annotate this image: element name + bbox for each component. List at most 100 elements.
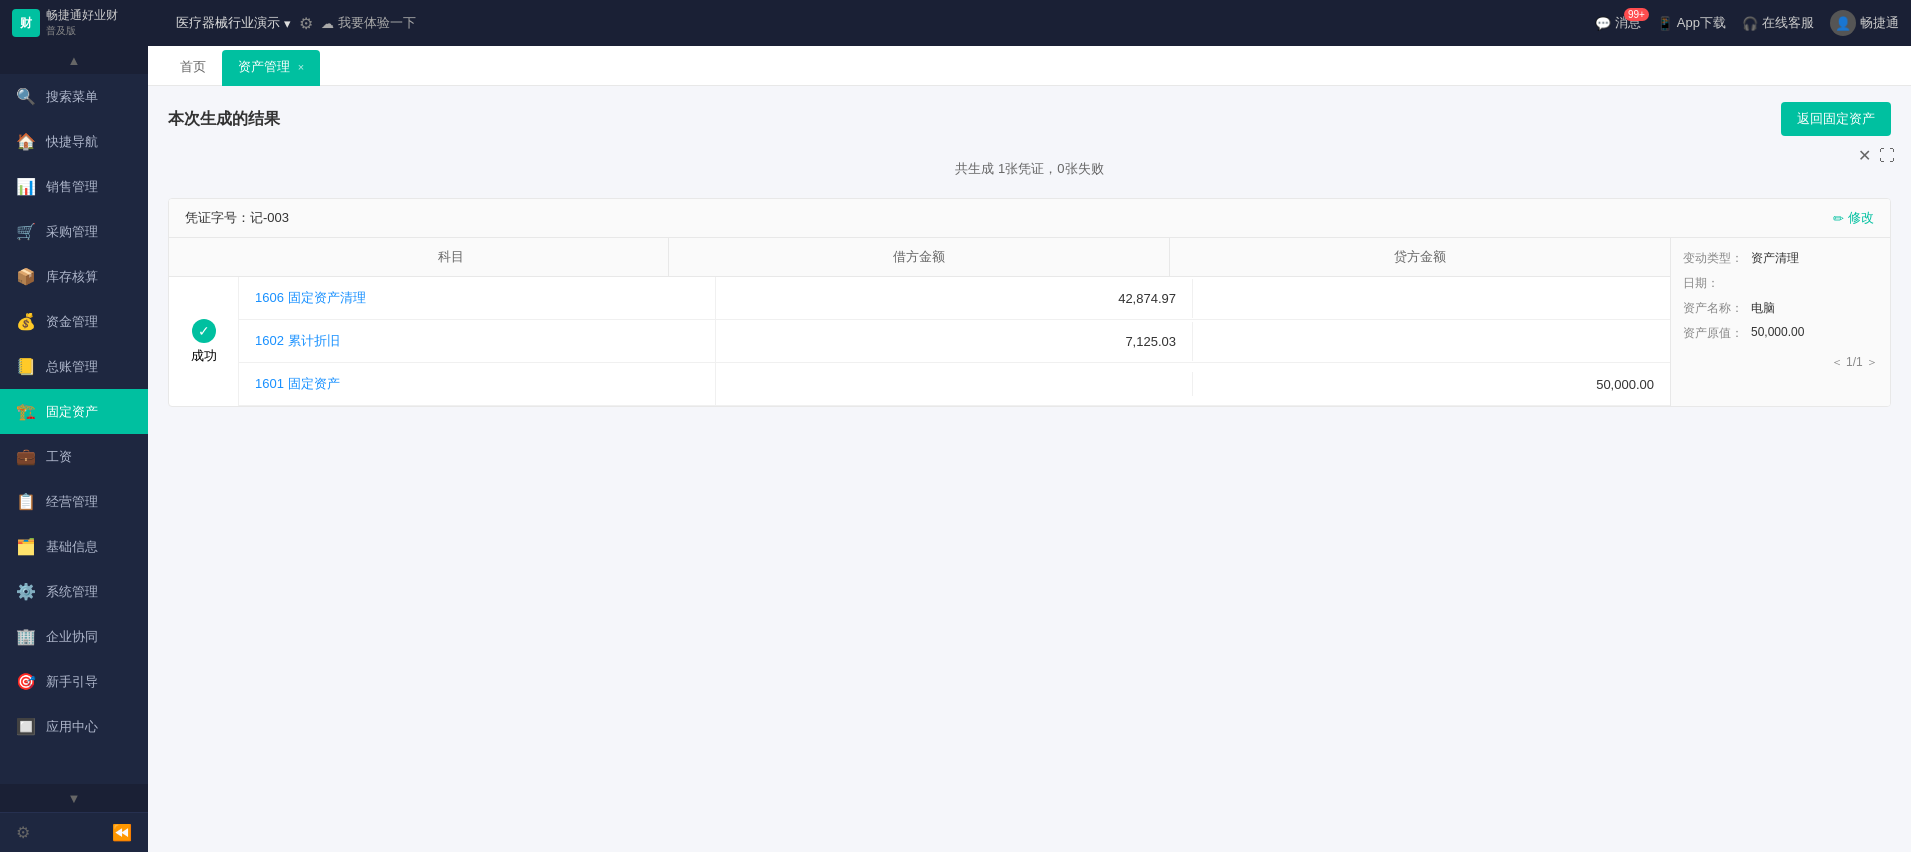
back-to-fixed-assets-button[interactable]: 返回固定资产	[1781, 102, 1891, 136]
table-header: 科目 借方金额 贷方金额	[169, 238, 1670, 277]
logo-text: 畅捷通好业财	[46, 8, 118, 24]
voucher-table: 科目 借方金额 贷方金额 ✓ 成功 16	[169, 238, 1890, 406]
debit-cell: 7,125.03	[716, 322, 1193, 361]
expand-panel-button[interactable]: ⛶	[1879, 147, 1895, 165]
user-menu[interactable]: 👤 畅捷通	[1830, 10, 1899, 36]
home-icon: 🏠	[16, 132, 36, 151]
funds-icon: 💰	[16, 312, 36, 331]
messages-button[interactable]: 💬 消息 99+	[1595, 14, 1641, 32]
sidebar-item-enterprise[interactable]: 🏢 企业协同	[0, 614, 148, 659]
mobile-icon: 📱	[1657, 16, 1673, 31]
messages-badge: 99+	[1624, 8, 1649, 21]
salary-icon: 💼	[16, 447, 36, 466]
change-type-value: 资产清理	[1751, 250, 1799, 267]
edit-icon: ✏	[1833, 211, 1844, 226]
subject-cell[interactable]: 1606 固定资产清理	[239, 277, 716, 319]
sidebar-item-apps[interactable]: 🔲 应用中心	[0, 704, 148, 749]
sidebar-item-system[interactable]: ⚙️ 系统管理	[0, 569, 148, 614]
collapse-icon[interactable]: ⏪	[112, 823, 132, 842]
subject-cell[interactable]: 1601 固定资产	[239, 363, 716, 405]
asset-name-label: 资产名称：	[1683, 300, 1743, 317]
voucher-header: 凭证字号：记-003 ✏ 修改	[169, 199, 1890, 238]
online-service-button[interactable]: 🎧 在线客服	[1742, 14, 1814, 32]
prev-page-icon[interactable]: ＜	[1831, 355, 1843, 369]
date-label: 日期：	[1683, 275, 1719, 292]
sidebar-scroll-down[interactable]: ▼	[0, 784, 148, 812]
sales-icon: 📊	[16, 177, 36, 196]
fixed-assets-icon: 🏗️	[16, 402, 36, 421]
headset-icon: 🎧	[1742, 16, 1758, 31]
page-info: 1/1	[1846, 355, 1866, 369]
gear-icon[interactable]: ⚙	[16, 823, 30, 842]
sidebar-scroll-up[interactable]: ▲	[0, 46, 148, 74]
sidebar-item-label: 总账管理	[46, 358, 98, 376]
sidebar-item-funds[interactable]: 💰 资金管理	[0, 299, 148, 344]
original-value-label: 资产原值：	[1683, 325, 1743, 342]
page-title: 本次生成的结果	[168, 109, 280, 130]
logo-sub: 普及版	[46, 24, 118, 38]
sidebar-item-ledger[interactable]: 📒 总账管理	[0, 344, 148, 389]
th-subject: 科目	[169, 238, 669, 276]
panel-controls: ✕ ⛶	[1858, 146, 1895, 165]
check-icon: ✓	[192, 319, 216, 343]
topbar-center: 医疗器械行业演示 ▾ ⚙ ☁ 我要体验一下	[160, 14, 1595, 33]
sidebar-item-label: 新手引导	[46, 673, 98, 691]
sidebar-item-label: 采购管理	[46, 223, 98, 241]
page-header: 本次生成的结果 返回固定资产	[168, 102, 1891, 136]
tab-close-icon[interactable]: ×	[298, 61, 304, 73]
sidebar-item-salary[interactable]: 💼 工资	[0, 434, 148, 479]
logo-icon: 财	[12, 9, 40, 37]
basic-icon: 🗂️	[16, 537, 36, 556]
voucher-row-3: 1601 固定资产 50,000.00	[239, 363, 1670, 406]
user-name: 畅捷通	[1860, 14, 1899, 32]
sidebar-item-operations[interactable]: 📋 经营管理	[0, 479, 148, 524]
sidebar: ▲ 🔍 搜索菜单 🏠 快捷导航 📊 销售管理 🛒 采购管理 📦 库存核算	[0, 46, 148, 852]
trial-label: 我要体验一下	[338, 14, 416, 32]
tab-asset-management[interactable]: 资产管理 ×	[222, 50, 320, 86]
pagination: ＜ 1/1 ＞	[1683, 354, 1878, 371]
sidebar-item-quicknav[interactable]: 🏠 快捷导航	[0, 119, 148, 164]
sidebar-item-purchase[interactable]: 🛒 采购管理	[0, 209, 148, 254]
table-row: ✓ 成功 1606 固定资产清理 42,874.97 160	[169, 277, 1670, 406]
voucher-row-2: 1602 累计折旧 7,125.03	[239, 320, 1670, 363]
sidebar-item-guide[interactable]: 🎯 新手引导	[0, 659, 148, 704]
search-icon: 🔍	[16, 87, 36, 106]
sidebar-item-basic[interactable]: 🗂️ 基础信息	[0, 524, 148, 569]
success-label: 成功	[191, 347, 217, 365]
apps-icon: 🔲	[16, 717, 36, 736]
sidebar-item-fixed-assets[interactable]: 🏗️ 固定资产	[0, 389, 148, 434]
topbar-right: 💬 消息 99+ 📱 App下载 🎧 在线客服 👤 畅捷通	[1595, 10, 1899, 36]
company-name: 医疗器械行业演示	[176, 14, 280, 32]
company-selector[interactable]: 医疗器械行业演示 ▾	[176, 14, 291, 32]
th-debit: 借方金额	[669, 238, 1169, 276]
th-credit: 贷方金额	[1170, 238, 1670, 276]
original-value-value: 50,000.00	[1751, 325, 1804, 342]
tab-bar: 首页 资产管理 ×	[148, 46, 1911, 86]
sidebar-item-label: 搜索菜单	[46, 88, 98, 106]
subject-cell[interactable]: 1602 累计折旧	[239, 320, 716, 362]
trial-button[interactable]: ☁ 我要体验一下	[321, 14, 416, 32]
sidebar-item-label: 经营管理	[46, 493, 98, 511]
edit-label: 修改	[1848, 209, 1874, 227]
content-area: 首页 资产管理 × 本次生成的结果 返回固定资产 共生成 1张凭证，0张失败	[148, 46, 1911, 852]
summary-row: 共生成 1张凭证，0张失败	[168, 152, 1891, 186]
sidebar-item-label: 固定资产	[46, 403, 98, 421]
close-panel-button[interactable]: ✕	[1858, 146, 1871, 165]
chevron-down-icon: ▾	[284, 16, 291, 31]
sidebar-item-label: 资金管理	[46, 313, 98, 331]
voucher-row-1: 1606 固定资产清理 42,874.97	[239, 277, 1670, 320]
voucher-card: 凭证字号：记-003 ✏ 修改 科目 借方金额 贷方金额	[168, 198, 1891, 407]
edit-voucher-button[interactable]: ✏ 修改	[1833, 209, 1874, 227]
inventory-icon: 📦	[16, 267, 36, 286]
table-main: 科目 借方金额 贷方金额 ✓ 成功 16	[169, 238, 1670, 406]
tab-asset-label: 资产管理	[238, 59, 290, 74]
app-download-button[interactable]: 📱 App下载	[1657, 14, 1726, 32]
settings-icon[interactable]: ⚙	[299, 14, 313, 33]
sidebar-item-inventory[interactable]: 📦 库存核算	[0, 254, 148, 299]
sidebar-item-sales[interactable]: 📊 销售管理	[0, 164, 148, 209]
main-layout: ▲ 🔍 搜索菜单 🏠 快捷导航 📊 销售管理 🛒 采购管理 📦 库存核算	[0, 46, 1911, 852]
logo-text-block: 畅捷通好业财 普及版	[46, 8, 118, 38]
sidebar-item-search[interactable]: 🔍 搜索菜单	[0, 74, 148, 119]
next-page-icon[interactable]: ＞	[1866, 355, 1878, 369]
tab-home[interactable]: 首页	[164, 50, 222, 86]
